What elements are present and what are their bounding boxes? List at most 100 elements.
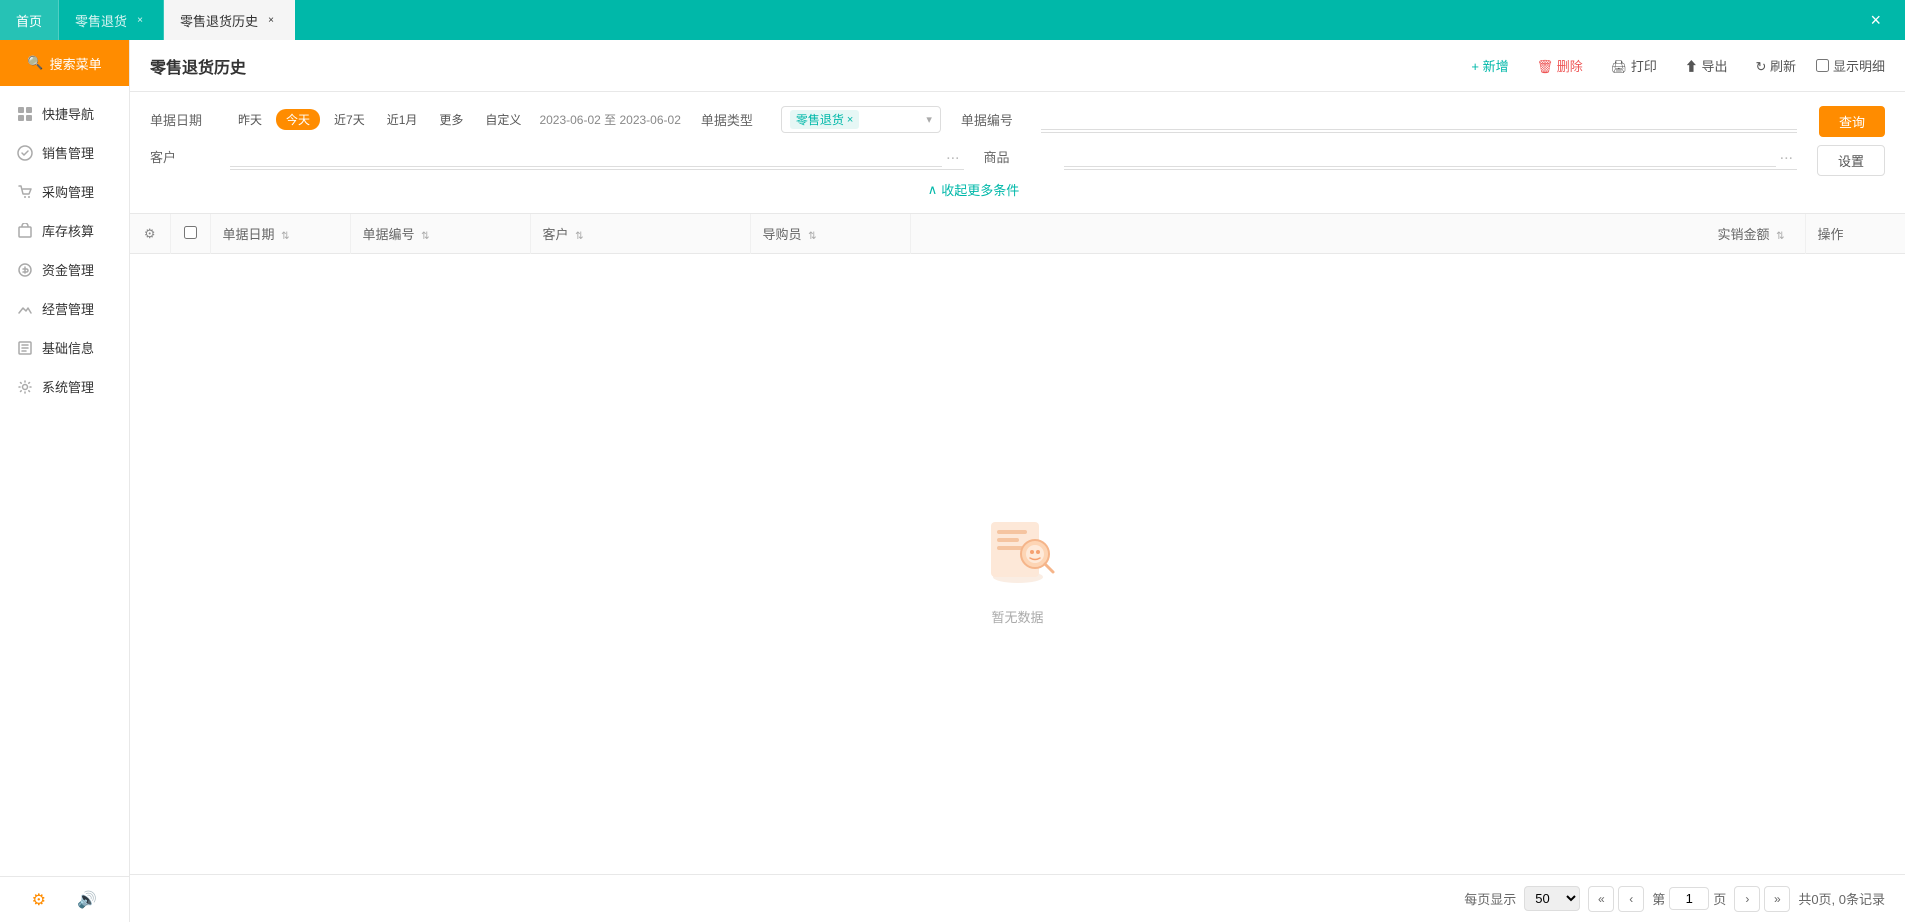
customer-label: 客户	[150, 147, 210, 166]
page-header: 零售退货历史 + 新增 🗑 删除 🖨 打印 ⬆ 导出 ↻ 刷新 显示明细	[130, 40, 1905, 92]
goods-label: 商品	[984, 147, 1044, 166]
col-amount-label: 实销金额	[1717, 227, 1769, 242]
page-nav: « ‹	[1588, 886, 1644, 912]
settings-bottom-icon[interactable]: ⚙	[32, 890, 46, 910]
tab-retail-return[interactable]: 零售退货 ×	[59, 0, 164, 40]
tab-home[interactable]: 首页	[0, 0, 59, 40]
col-number: 单据编号 ⇅	[350, 214, 530, 254]
pagination: 每页显示 50 10 20 100 « ‹ 第 页 › » 共0页, 0条记录	[130, 874, 1905, 922]
number-input[interactable]	[1041, 106, 1797, 130]
customer-input[interactable]	[230, 143, 942, 167]
number-field	[1041, 106, 1797, 133]
refresh-button[interactable]: ↻ 刷新	[1747, 52, 1804, 79]
col-amount-sort[interactable]: ⇅	[1776, 231, 1784, 242]
quick-nav-icon	[16, 105, 34, 123]
page-label: 第	[1652, 889, 1665, 908]
tab-retail-return-history[interactable]: 零售退货历史 ×	[164, 0, 295, 40]
empty-text: 暂无数据	[991, 607, 1043, 626]
date-btn-today[interactable]: 今天	[276, 109, 320, 130]
type-tag-value: 零售退货	[796, 111, 844, 128]
main-layout: 🔍 搜索菜单 快捷导航 销售管理 采购管理	[0, 40, 1905, 922]
search-menu-icon: 🔍	[27, 55, 43, 71]
tab-retail-return-history-close[interactable]: ×	[264, 13, 278, 27]
col-date-sort[interactable]: ⇅	[281, 231, 289, 242]
delete-button[interactable]: 🗑 删除	[1529, 52, 1591, 79]
col-guide-sort[interactable]: ⇅	[808, 231, 816, 242]
top-bar: 首页 零售退货 × 零售退货历史 × ×	[0, 0, 1905, 40]
per-page-select[interactable]: 50 10 20 100	[1524, 886, 1580, 911]
customer-dots[interactable]: ...	[942, 146, 963, 164]
query-button[interactable]: 查询	[1819, 106, 1885, 137]
date-btn-1month[interactable]: 近1月	[379, 109, 426, 130]
operations-icon	[16, 300, 34, 318]
type-selector[interactable]: 零售退货 × ▾	[781, 106, 941, 133]
table-header-row: ⚙ 单据日期 ⇅ 单据编号 ⇅	[130, 214, 1905, 254]
page-title: 零售退货历史	[150, 54, 246, 78]
date-btn-yesterday[interactable]: 昨天	[230, 109, 270, 130]
data-table: ⚙ 单据日期 ⇅ 单据编号 ⇅	[130, 214, 1905, 254]
new-button[interactable]: + 新增	[1463, 52, 1516, 79]
filter-settings-button[interactable]: 设置	[1817, 145, 1885, 176]
column-settings-icon[interactable]: ⚙	[144, 226, 156, 241]
table-area: ⚙ 单据日期 ⇅ 单据编号 ⇅	[130, 214, 1905, 874]
filter-main: 单据日期 昨天 今天 近7天 近1月 更多 自定义 2023-06-02 至 2…	[150, 106, 1797, 199]
sidebar-item-sales[interactable]: 销售管理	[0, 133, 129, 172]
display-detail-checkbox[interactable]: 显示明细	[1816, 56, 1885, 75]
date-btn-more[interactable]: 更多	[431, 109, 471, 130]
col-customer-sort[interactable]: ⇅	[575, 231, 583, 242]
print-button[interactable]: 🖨 打印	[1603, 52, 1665, 79]
display-detail-label: 显示明细	[1833, 56, 1885, 75]
filter-btn-group: 查询 设置	[1817, 106, 1885, 176]
number-label: 单据编号	[961, 110, 1021, 129]
goods-input[interactable]	[1064, 143, 1776, 167]
date-filters: 昨天 今天 近7天 近1月 更多 自定义 2023-06-02 至 2023-0…	[230, 109, 681, 130]
display-detail-input[interactable]	[1816, 59, 1829, 72]
collapse-icon: ∧	[928, 182, 938, 198]
goods-dots[interactable]: ...	[1776, 146, 1797, 164]
basic-info-icon	[16, 339, 34, 357]
date-btn-7days[interactable]: 近7天	[326, 109, 373, 130]
sidebar-item-quick-nav[interactable]: 快捷导航	[0, 94, 129, 133]
tab-home-label: 首页	[16, 11, 42, 30]
sidebar-item-operations[interactable]: 经营管理	[0, 289, 129, 328]
speaker-icon[interactable]: 🔊	[77, 890, 97, 910]
type-selector-chevron: ▾	[926, 113, 932, 126]
select-all-checkbox[interactable]	[184, 226, 197, 239]
sidebar-item-system[interactable]: 系统管理	[0, 367, 129, 406]
tab-retail-return-close[interactable]: ×	[133, 13, 147, 27]
type-tag-remove[interactable]: ×	[847, 114, 853, 126]
filter-section: 单据日期 昨天 今天 近7天 近1月 更多 自定义 2023-06-02 至 2…	[150, 106, 1885, 199]
col-date: 单据日期 ⇅	[210, 214, 350, 254]
page-next-button[interactable]: ›	[1734, 886, 1760, 912]
tab-retail-return-label: 零售退货	[75, 11, 127, 30]
sidebar-item-sales-label: 销售管理	[42, 143, 94, 162]
col-action: 操作	[1805, 214, 1905, 254]
window-close-button[interactable]: ×	[1862, 10, 1889, 31]
sidebar-item-basic-info[interactable]: 基础信息	[0, 328, 129, 367]
col-customer: 客户 ⇅	[530, 214, 750, 254]
page-number-input[interactable]	[1669, 887, 1709, 910]
col-number-sort[interactable]: ⇅	[421, 231, 429, 242]
page-first-button[interactable]: «	[1588, 886, 1614, 912]
finance-icon	[16, 261, 34, 279]
col-customer-label: 客户	[543, 227, 569, 242]
sidebar-item-finance[interactable]: 资金管理	[0, 250, 129, 289]
sales-icon	[16, 144, 34, 162]
sidebar-item-purchase[interactable]: 采购管理	[0, 172, 129, 211]
filter-area: 单据日期 昨天 今天 近7天 近1月 更多 自定义 2023-06-02 至 2…	[130, 92, 1905, 214]
table-header: ⚙ 单据日期 ⇅ 单据编号 ⇅	[130, 214, 1905, 254]
sidebar-item-quick-nav-label: 快捷导航	[42, 104, 94, 123]
sidebar-item-inventory[interactable]: 库存核算	[0, 211, 129, 250]
export-button[interactable]: ⬆ 导出	[1677, 52, 1736, 79]
date-btn-custom[interactable]: 自定义	[477, 109, 529, 130]
col-number-label: 单据编号	[363, 227, 415, 242]
page-prev-button[interactable]: ‹	[1618, 886, 1644, 912]
collapse-button[interactable]: ∧ 收起更多条件	[928, 180, 1020, 199]
page-last-button[interactable]: »	[1764, 886, 1790, 912]
top-bar-right: ×	[1862, 10, 1905, 31]
per-page-label: 每页显示	[1464, 889, 1516, 908]
search-menu-button[interactable]: 🔍 搜索菜单	[0, 40, 129, 86]
date-range-display: 2023-06-02 至 2023-06-02	[539, 111, 680, 128]
page-nav-right: › »	[1734, 886, 1790, 912]
empty-icon	[973, 502, 1063, 595]
